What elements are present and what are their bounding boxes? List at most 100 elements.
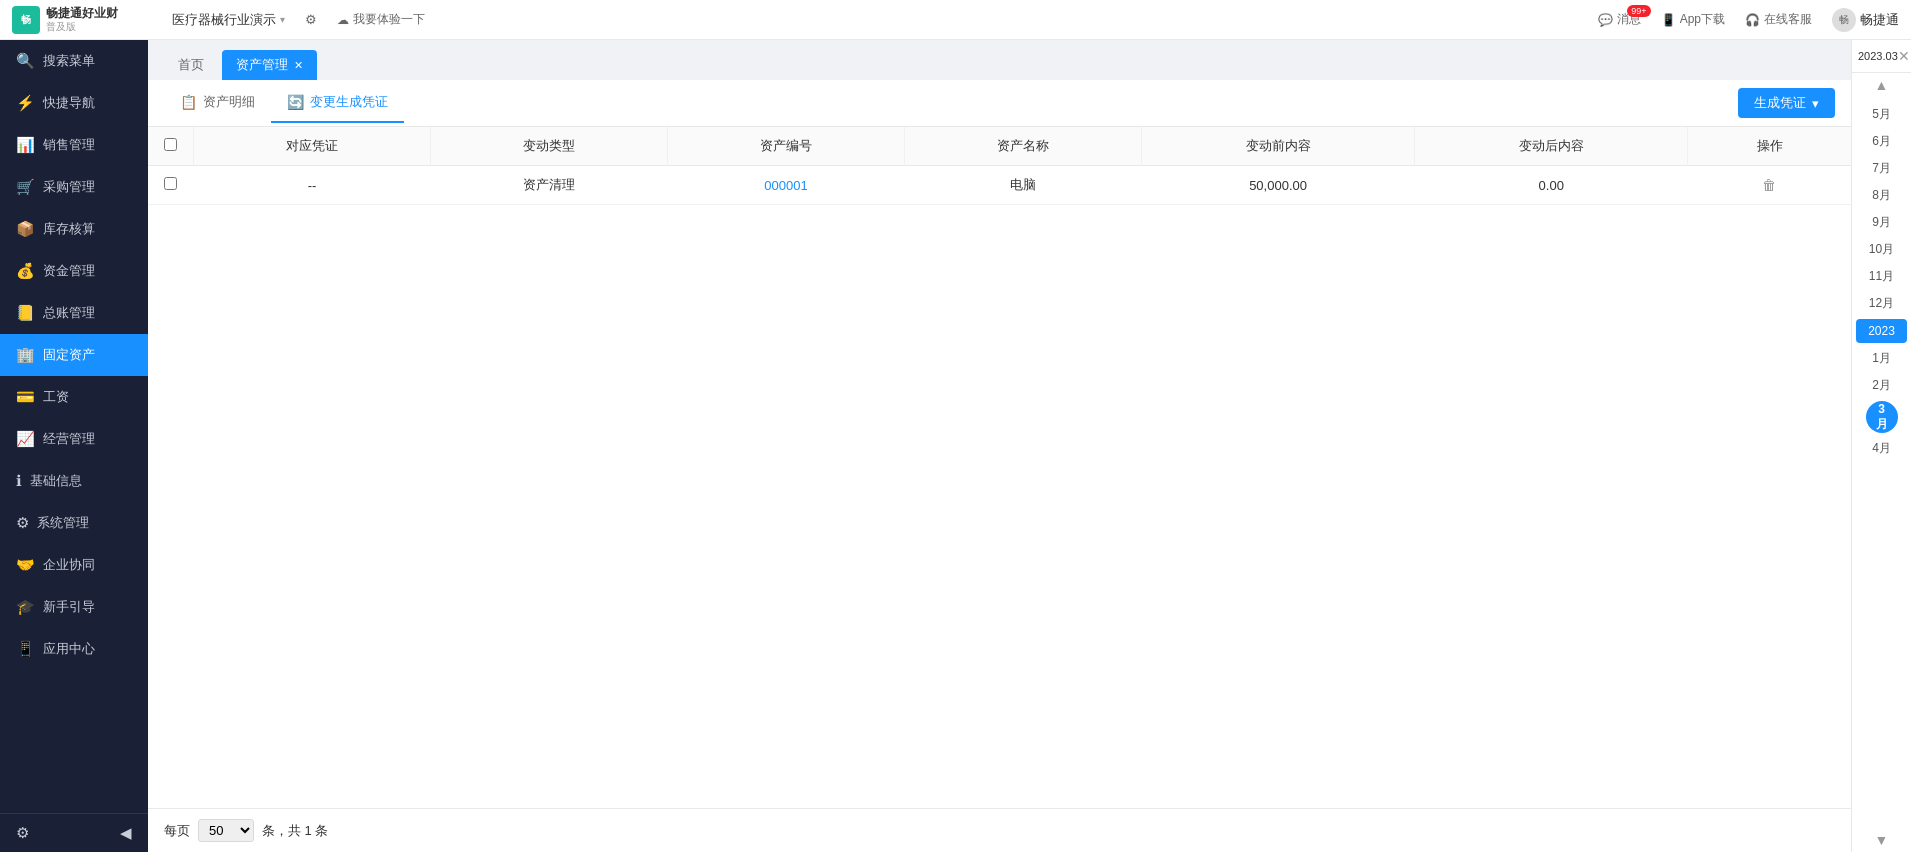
select-all-checkbox[interactable] <box>164 138 177 151</box>
header-checkbox-cell <box>148 127 194 166</box>
avatar: 畅 <box>1832 8 1856 32</box>
basic-info-icon: ℹ <box>16 472 22 490</box>
sidebar-item-quick-nav[interactable]: ⚡ 快捷导航 <box>0 82 148 124</box>
generate-voucher-button[interactable]: 生成凭证 ▾ <box>1738 88 1835 118</box>
sidebar-item-fixed-assets[interactable]: 🏢 固定资产 <box>0 334 148 376</box>
sidebar: 🔍 搜索菜单 ⚡ 快捷导航 📊 销售管理 🛒 采购管理 📦 库存核算 💰 资金管… <box>0 40 148 852</box>
sidebar-item-label: 系统管理 <box>37 514 89 532</box>
month-item-11[interactable]: 11月 <box>1852 263 1911 290</box>
sidebar-item-label: 固定资产 <box>43 346 95 364</box>
delete-icon[interactable]: 🗑 <box>1762 177 1776 193</box>
app-download-btn[interactable]: 📱 App下载 <box>1661 11 1725 28</box>
month-item-2[interactable]: 2月 <box>1852 372 1911 399</box>
main-layout: 🔍 搜索菜单 ⚡ 快捷导航 📊 销售管理 🛒 采购管理 📦 库存核算 💰 资金管… <box>0 40 1911 852</box>
sidebar-item-label: 新手引导 <box>43 598 95 616</box>
tab-bar: 首页 资产管理 ✕ <box>148 40 1851 80</box>
sidebar-item-label: 库存核算 <box>43 220 95 238</box>
header-voucher: 对应凭证 <box>194 127 431 166</box>
quick-nav-icon: ⚡ <box>16 94 35 112</box>
month-item-7[interactable]: 7月 <box>1852 155 1911 182</box>
sidebar-item-sales[interactable]: 📊 销售管理 <box>0 124 148 166</box>
online-service-label: 在线客服 <box>1764 11 1812 28</box>
sidebar-item-purchase[interactable]: 🛒 采购管理 <box>0 166 148 208</box>
month-item-8[interactable]: 8月 <box>1852 182 1911 209</box>
sidebar-item-basic-info[interactable]: ℹ 基础信息 <box>0 460 148 502</box>
sidebar-item-operations[interactable]: 📈 经营管理 <box>0 418 148 460</box>
sidebar-item-label: 经营管理 <box>43 430 95 448</box>
table-container: 对应凭证 变动类型 资产编号 资产名称 <box>148 127 1851 808</box>
sidebar-item-label: 资金管理 <box>43 262 95 280</box>
sidebar-item-app-center[interactable]: 📱 应用中心 <box>0 628 148 670</box>
sidebar-item-label: 企业协同 <box>43 556 95 574</box>
message-icon: 💬 <box>1598 13 1613 27</box>
month-item-4[interactable]: 4月 <box>1852 435 1911 462</box>
tab-close-icon[interactable]: ✕ <box>294 59 303 72</box>
user-area[interactable]: 畅 畅捷通 <box>1832 8 1899 32</box>
total-label: 条，共 1 条 <box>262 822 328 840</box>
panel-close-icon[interactable]: ✕ <box>1898 48 1910 64</box>
month-item-10[interactable]: 10月 <box>1852 236 1911 263</box>
sidebar-item-salary[interactable]: 💳 工资 <box>0 376 148 418</box>
salary-icon: 💳 <box>16 388 35 406</box>
service-icon: 🎧 <box>1745 13 1760 27</box>
app-icon: 📱 <box>1661 13 1676 27</box>
experience-btn[interactable]: ☁ 我要体验一下 <box>337 11 425 28</box>
inventory-icon: 📦 <box>16 220 35 238</box>
month-item-9[interactable]: 9月 <box>1852 209 1911 236</box>
nav-down-button[interactable]: ▼ <box>1852 828 1911 852</box>
enterprise-icon: 🤝 <box>16 556 35 574</box>
generate-btn-label: 生成凭证 <box>1754 94 1806 112</box>
tab-asset-mgmt[interactable]: 资产管理 ✕ <box>222 50 317 80</box>
row-checkbox[interactable] <box>164 177 177 190</box>
messages-btn[interactable]: 💬 消息 99+ <box>1598 11 1641 28</box>
right-panel-header: 2023.03 ✕ ⤢ <box>1852 40 1911 73</box>
row-checkbox-cell <box>148 166 194 205</box>
logo-title: 畅捷通好业财 <box>46 6 118 20</box>
logo-icon: 畅 <box>12 6 40 34</box>
header-right: 💬 消息 99+ 📱 App下载 🎧 在线客服 畅 畅捷通 <box>1598 8 1899 32</box>
search-icon: 🔍 <box>16 52 35 70</box>
sidebar-item-ledger[interactable]: 📒 总账管理 <box>0 292 148 334</box>
month-item-1[interactable]: 1月 <box>1852 345 1911 372</box>
sidebar-item-inventory[interactable]: 📦 库存核算 <box>0 208 148 250</box>
tab-asset-detail[interactable]: 📋 资产明细 <box>164 83 271 123</box>
month-list: 5月 6月 7月 8月 9月 10月 11月 12月 2023 1月 2月 3月… <box>1852 97 1911 828</box>
page-content: 📋 资产明细 🔄 变更生成凭证 生成凭证 ▾ <box>148 80 1851 852</box>
cell-operation: 🗑 <box>1688 166 1851 205</box>
month-item-5[interactable]: 5月 <box>1852 101 1911 128</box>
pagination-bar: 每页 50 10 20 100 条，共 1 条 <box>148 808 1851 852</box>
top-header: 畅 畅捷通好业财 普及版 医疗器械行业演示 ▾ ⚙ ☁ 我要体验一下 💬 消息 … <box>0 0 1911 40</box>
sidebar-item-label: 销售管理 <box>43 136 95 154</box>
sidebar-item-label: 总账管理 <box>43 304 95 322</box>
sidebar-item-enterprise[interactable]: 🤝 企业协同 <box>0 544 148 586</box>
funds-icon: 💰 <box>16 262 35 280</box>
sidebar-item-search[interactable]: 🔍 搜索菜单 <box>0 40 148 82</box>
app-center-icon: 📱 <box>16 640 35 658</box>
tab-home[interactable]: 首页 <box>164 50 218 80</box>
panel-controls: ✕ ⤢ <box>1898 48 1911 64</box>
sidebar-collapse-icon[interactable]: ◀ <box>120 824 132 842</box>
per-page-select[interactable]: 50 10 20 100 <box>198 819 254 842</box>
sales-icon: 📊 <box>16 136 35 154</box>
header-before-change: 变动前内容 <box>1141 127 1414 166</box>
sidebar-item-funds[interactable]: 💰 资金管理 <box>0 250 148 292</box>
table-row: -- 资产清理 000001 电脑 50,000.00 0.00 🗑 <box>148 166 1851 205</box>
sidebar-settings-icon[interactable]: ⚙ <box>16 824 29 842</box>
gear-icon: ⚙ <box>305 12 317 27</box>
tab-change-voucher[interactable]: 🔄 变更生成凭证 <box>271 83 404 123</box>
cell-before-change: 50,000.00 <box>1141 166 1414 205</box>
company-selector[interactable]: 医疗器械行业演示 ▾ <box>172 11 285 29</box>
nav-up-button[interactable]: ▲ <box>1852 73 1911 97</box>
experience-icon: ☁ <box>337 13 349 27</box>
online-service-btn[interactable]: 🎧 在线客服 <box>1745 11 1812 28</box>
sidebar-item-guide[interactable]: 🎓 新手引导 <box>0 586 148 628</box>
month-item-3[interactable]: 3月 <box>1866 401 1898 433</box>
cell-voucher: -- <box>194 166 431 205</box>
settings-icon-btn[interactable]: ⚙ <box>297 6 325 34</box>
month-item-6[interactable]: 6月 <box>1852 128 1911 155</box>
dropdown-arrow-icon: ▾ <box>1812 96 1819 111</box>
month-item-12[interactable]: 12月 <box>1852 290 1911 317</box>
sidebar-item-system[interactable]: ⚙ 系统管理 <box>0 502 148 544</box>
year-2023-label[interactable]: 2023 <box>1856 319 1907 343</box>
sidebar-item-label: 工资 <box>43 388 69 406</box>
